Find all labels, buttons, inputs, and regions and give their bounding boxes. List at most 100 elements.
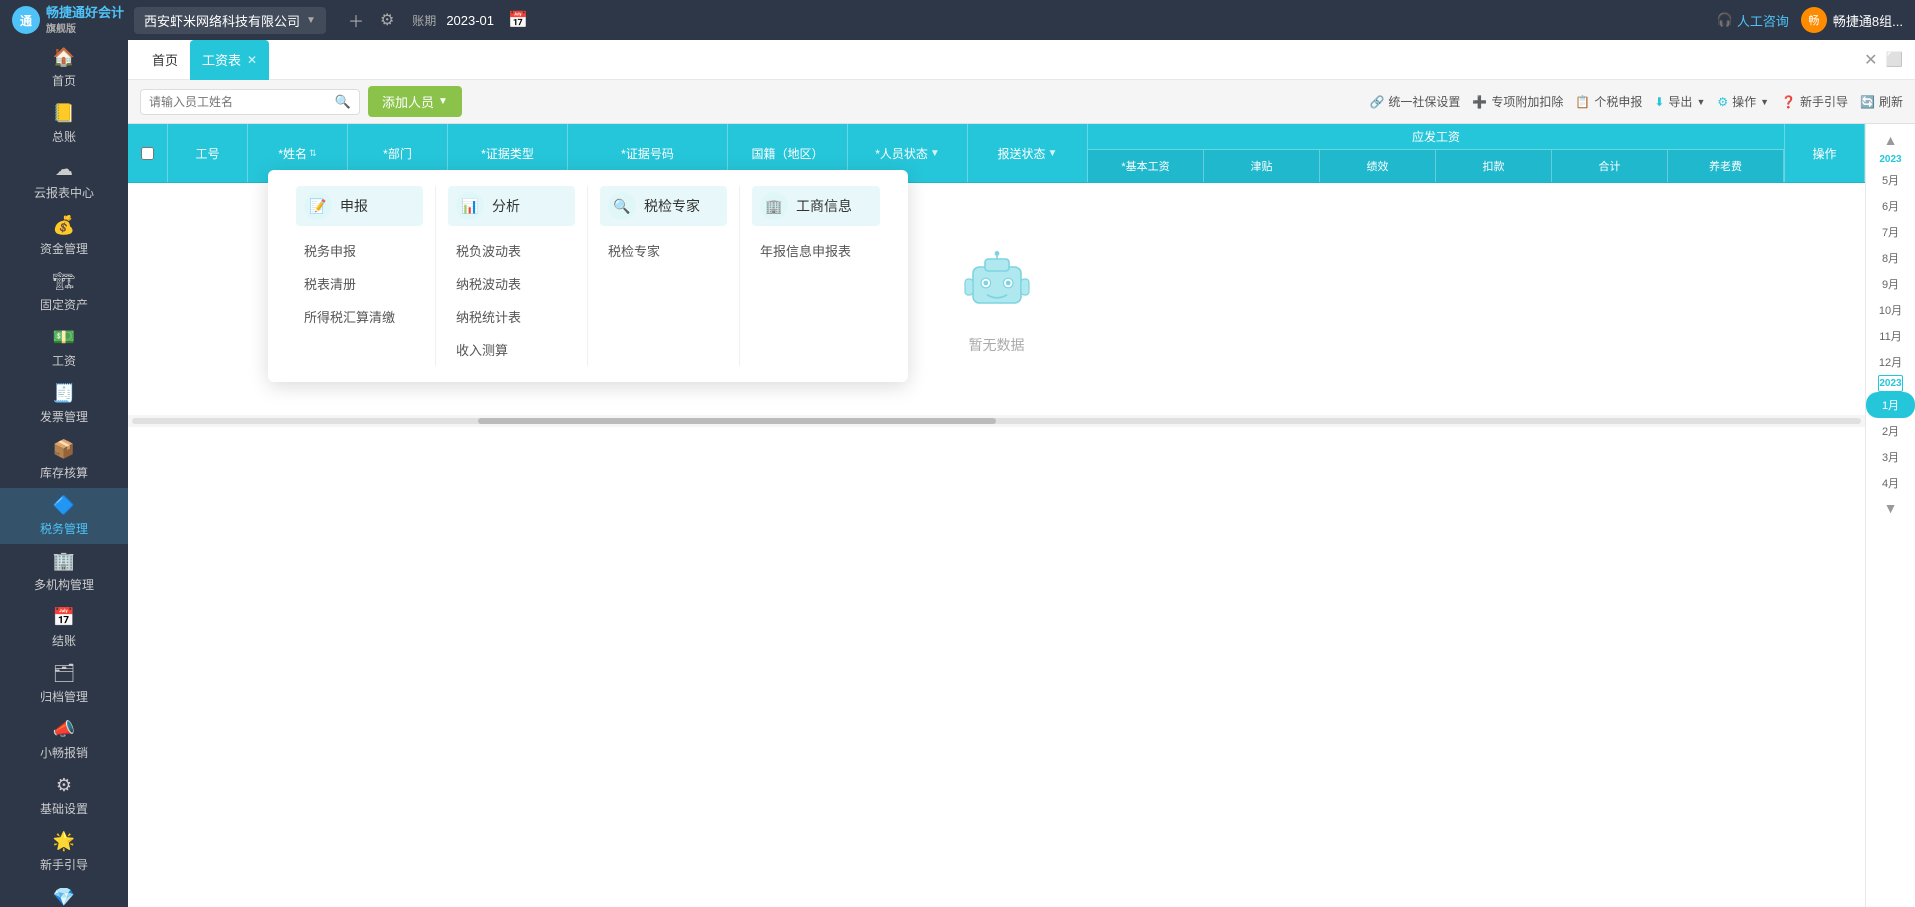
tab-salary-label: 工资表: [202, 50, 241, 69]
tax-filing-btn[interactable]: 📋 个税申报: [1575, 93, 1642, 110]
sidebar-label-tax: 税务管理: [40, 520, 88, 537]
sidebar-label-inventory: 库存核算: [40, 464, 88, 481]
menu-tax-table[interactable]: 税表清册: [296, 267, 423, 300]
ops-label: 操作: [1732, 93, 1756, 110]
user-area[interactable]: 畅 畅捷通8组...: [1801, 7, 1903, 33]
settings-icon[interactable]: ⚙: [376, 8, 398, 32]
timeline-month-4[interactable]: 4月: [1866, 470, 1915, 496]
timeline-month-10[interactable]: 10月: [1866, 297, 1915, 323]
assets-icon: 🏗: [53, 271, 76, 292]
timeline-month-12[interactable]: 12月: [1866, 349, 1915, 375]
timeline-month-9[interactable]: 9月: [1866, 271, 1915, 297]
timeline-month-5[interactable]: 5月: [1866, 167, 1915, 193]
fund-icon: 💰: [53, 215, 75, 236]
expert-icon: 🔍: [608, 192, 636, 220]
service-button[interactable]: 🎧 人工咨询: [1717, 11, 1789, 30]
window-maximize-icon[interactable]: ⬜: [1886, 51, 1903, 68]
menu-tax-filing[interactable]: 税务申报: [296, 234, 423, 267]
guide-toolbar-icon: ❓: [1781, 95, 1796, 109]
export-btn[interactable]: ⬇ 导出 ▼: [1654, 93, 1705, 110]
sidebar-item-invoice[interactable]: 🧾 发票管理: [0, 376, 128, 432]
timeline-month-3[interactable]: 3月: [1866, 444, 1915, 470]
refresh-btn[interactable]: 🔄 刷新: [1860, 93, 1903, 110]
th-total: 合计: [1552, 150, 1668, 182]
tab-bar: 首页 工资表 ✕ ✕ ⬜: [128, 40, 1915, 80]
menu-tax-expert[interactable]: 税检专家: [600, 234, 727, 267]
sidebar-label-ledger: 总账: [52, 128, 76, 145]
name-sort-icon: ⇅: [309, 148, 317, 159]
timeline-month-11[interactable]: 11月: [1866, 323, 1915, 349]
special-deduction-btn[interactable]: ➕ 专项附加扣除: [1472, 93, 1563, 110]
user-avatar: 畅: [1801, 7, 1827, 33]
dropdown-menu: 📝 申报 税务申报 税表清册 所得税汇算清缴 📊 分析 税负波动表 纳税波动表 …: [268, 170, 908, 382]
sidebar-item-marketing[interactable]: 📣 小畅报销: [0, 712, 128, 768]
timeline-month-7[interactable]: 7月: [1866, 219, 1915, 245]
timeline-year-2023: 2023: [1879, 152, 1901, 167]
sidebar-item-tax[interactable]: 🔷 税务管理: [0, 488, 128, 544]
tab-home[interactable]: 首页: [140, 40, 190, 80]
sidebar-item-cloud[interactable]: ☁ 云报表中心: [0, 152, 128, 208]
menu-annual-report[interactable]: 年报信息申报表: [752, 234, 880, 267]
expert-label: 税检专家: [644, 196, 700, 216]
sidebar-item-close[interactable]: 📅 结账: [0, 600, 128, 656]
timeline-month-6[interactable]: 6月: [1866, 193, 1915, 219]
report-filter-icon[interactable]: ▼: [1048, 148, 1058, 159]
window-close-icon[interactable]: ✕: [1864, 50, 1877, 70]
sidebar: 🏠 首页 📒 总账 ☁ 云报表中心 💰 资金管理 🏗 固定资产 💵 工资 🧾 发…: [0, 40, 128, 907]
guide-btn[interactable]: ❓ 新手引导: [1781, 93, 1848, 110]
sidebar-item-multi[interactable]: 🏢 多机构管理: [0, 544, 128, 600]
tab-close-salary[interactable]: ✕: [247, 53, 257, 67]
menu-tax-burden[interactable]: 税负波动表: [448, 234, 575, 267]
sidebar-item-settings[interactable]: ⚙ 基础设置: [0, 768, 128, 824]
sidebar-item-ledger[interactable]: 📒 总账: [0, 96, 128, 152]
timeline-month-8[interactable]: 8月: [1866, 245, 1915, 271]
sidebar-item-inventory[interactable]: 📦 库存核算: [0, 432, 128, 488]
sidebar-label-assets: 固定资产: [40, 296, 88, 313]
menu-income-estimate[interactable]: 收入测算: [448, 333, 575, 366]
toolbar: 🔍 添加人员 ▼ 🔗 统一社保设置 ➕ 专项附加扣除 📋 个税申报: [128, 80, 1915, 124]
sidebar-item-guide[interactable]: 🌟 新手引导: [0, 824, 128, 880]
timeline-month-1[interactable]: 1月: [1866, 392, 1915, 418]
th-report[interactable]: 报送状态 ▼: [968, 124, 1088, 182]
bottom-scrollbar[interactable]: [128, 415, 1865, 427]
sidebar-item-home[interactable]: 🏠 首页: [0, 40, 128, 96]
search-input[interactable]: [149, 95, 329, 109]
timeline-prev-btn[interactable]: ▲: [1880, 128, 1902, 152]
sidebar-item-assets[interactable]: 🏗 固定资产: [0, 264, 128, 320]
sidebar-label-close: 结账: [52, 632, 76, 649]
cloud-icon: ☁: [55, 159, 73, 180]
search-icon: 🔍: [335, 94, 351, 110]
marketing-icon: 📣: [53, 719, 75, 740]
menu-income-tax[interactable]: 所得税汇算清缴: [296, 300, 423, 333]
close-period-icon: 📅: [53, 607, 75, 628]
sidebar-item-archive[interactable]: 🗂 归档管理: [0, 656, 128, 712]
sidebar-item-salary[interactable]: 💵 工资: [0, 320, 128, 376]
ops-btn[interactable]: ⚙ 操作 ▼: [1717, 93, 1769, 110]
select-all-checkbox[interactable]: [141, 147, 154, 160]
declaration-label: 申报: [340, 196, 368, 216]
calendar-icon[interactable]: 📅: [504, 8, 532, 32]
business-header: 🏢 工商信息: [752, 186, 880, 226]
add-icon[interactable]: ＋: [344, 6, 368, 34]
empty-text: 暂无数据: [969, 335, 1025, 355]
add-person-button[interactable]: 添加人员 ▼: [368, 86, 462, 117]
timeline-month-2[interactable]: 2月: [1866, 418, 1915, 444]
declaration-header: 📝 申报: [296, 186, 423, 226]
export-icon: ⬇: [1654, 95, 1664, 109]
social-insurance-btn[interactable]: 🔗 统一社保设置: [1369, 93, 1460, 110]
th-checkbox[interactable]: [128, 124, 168, 182]
analysis-header: 📊 分析: [448, 186, 575, 226]
tab-salary[interactable]: 工资表 ✕: [190, 40, 269, 80]
company-dropdown-arrow: ▼: [306, 15, 316, 26]
sidebar-item-member[interactable]: 💎 畅会员: [0, 880, 128, 907]
menu-tax-stats[interactable]: 纳税统计表: [448, 300, 575, 333]
timeline-next-btn[interactable]: ▼: [1880, 496, 1902, 520]
status-filter-icon[interactable]: ▼: [930, 148, 940, 159]
tax-icon: 🔷: [53, 495, 75, 516]
sidebar-item-fund[interactable]: 💰 资金管理: [0, 208, 128, 264]
sidebar-label-marketing: 小畅报销: [40, 744, 88, 761]
menu-tax-wave[interactable]: 纳税波动表: [448, 267, 575, 300]
company-selector[interactable]: 西安虾米网络科技有限公司 ▼: [134, 7, 326, 34]
tax-filing-label: 个税申报: [1594, 93, 1642, 110]
th-id: 工号: [168, 124, 248, 182]
